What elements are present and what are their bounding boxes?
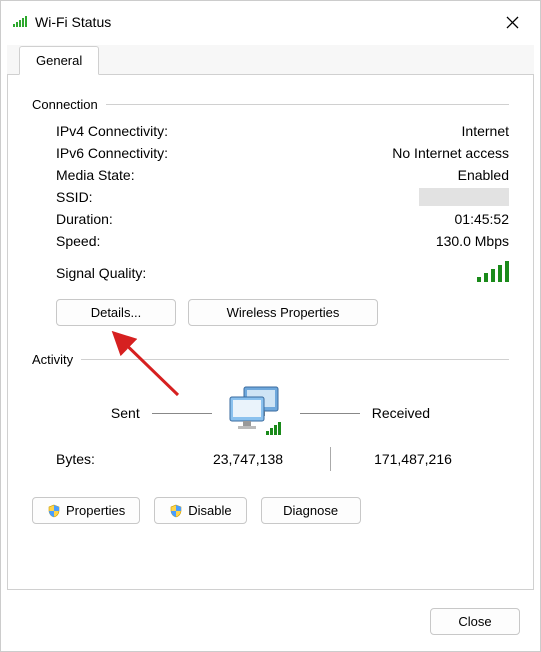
- connection-buttons: Details... Wireless Properties: [32, 289, 509, 330]
- divider: [152, 413, 212, 414]
- wifi-status-window: Wi-Fi Status General Connection IPv4 Con…: [0, 0, 541, 652]
- bytes-sent-value: 23,747,138: [176, 451, 320, 467]
- disable-button-label: Disable: [188, 503, 231, 518]
- diagnose-button[interactable]: Diagnose: [261, 497, 361, 524]
- ipv4-label: IPv4 Connectivity:: [56, 123, 462, 139]
- bytes-label: Bytes:: [56, 451, 176, 467]
- activity-group-header: Activity: [32, 352, 509, 367]
- ipv6-label: IPv6 Connectivity:: [56, 145, 392, 161]
- footer: Close: [1, 596, 540, 651]
- duration-label: Duration:: [56, 211, 455, 227]
- properties-button-label: Properties: [66, 503, 125, 518]
- speed-value: 130.0 Mbps: [436, 233, 509, 249]
- ipv4-row: IPv4 Connectivity: Internet: [32, 120, 509, 142]
- media-label: Media State:: [56, 167, 458, 183]
- bytes-received-value: 171,487,216: [341, 451, 485, 467]
- divider: [106, 104, 509, 105]
- shield-icon: [47, 504, 61, 518]
- signal-bars-icon: [477, 260, 509, 285]
- ipv6-row: IPv6 Connectivity: No Internet access: [32, 142, 509, 164]
- close-icon[interactable]: [496, 9, 528, 35]
- details-button[interactable]: Details...: [56, 299, 176, 326]
- computers-icon: [224, 385, 288, 441]
- properties-button[interactable]: Properties: [32, 497, 140, 524]
- received-label: Received: [372, 405, 430, 421]
- sent-label: Sent: [111, 405, 140, 421]
- ipv6-value: No Internet access: [392, 145, 509, 161]
- duration-value: 01:45:52: [455, 211, 510, 227]
- activity-group-label: Activity: [32, 352, 73, 367]
- speed-label: Speed:: [56, 233, 436, 249]
- tab-general[interactable]: General: [19, 46, 99, 75]
- speed-row: Speed: 130.0 Mbps: [32, 230, 509, 252]
- disable-button[interactable]: Disable: [154, 497, 246, 524]
- activity-diagram: Sent: [32, 375, 509, 441]
- connection-group-header: Connection: [32, 97, 509, 112]
- ssid-value-redacted: [419, 188, 509, 206]
- ssid-label: SSID:: [56, 189, 419, 205]
- titlebar: Wi-Fi Status: [1, 1, 540, 41]
- bytes-row: Bytes: 23,747,138 171,487,216: [32, 441, 509, 483]
- duration-row: Duration: 01:45:52: [32, 208, 509, 230]
- signal-label: Signal Quality:: [56, 265, 477, 281]
- window-title: Wi-Fi Status: [35, 14, 111, 30]
- action-buttons: Properties Disable Diagnose: [32, 483, 509, 524]
- ssid-row: SSID:: [32, 186, 509, 208]
- divider: [81, 359, 509, 360]
- media-value: Enabled: [458, 167, 509, 183]
- divider: [330, 447, 331, 471]
- tabstrip: General: [7, 45, 534, 75]
- divider: [300, 413, 360, 414]
- ipv4-value: Internet: [462, 123, 509, 139]
- general-panel: Connection IPv4 Connectivity: Internet I…: [7, 75, 534, 590]
- media-row: Media State: Enabled: [32, 164, 509, 186]
- close-button[interactable]: Close: [430, 608, 520, 635]
- wifi-icon: [13, 15, 27, 30]
- connection-group-label: Connection: [32, 97, 98, 112]
- signal-row: Signal Quality:: [32, 252, 509, 289]
- wireless-properties-button[interactable]: Wireless Properties: [188, 299, 378, 326]
- shield-icon: [169, 504, 183, 518]
